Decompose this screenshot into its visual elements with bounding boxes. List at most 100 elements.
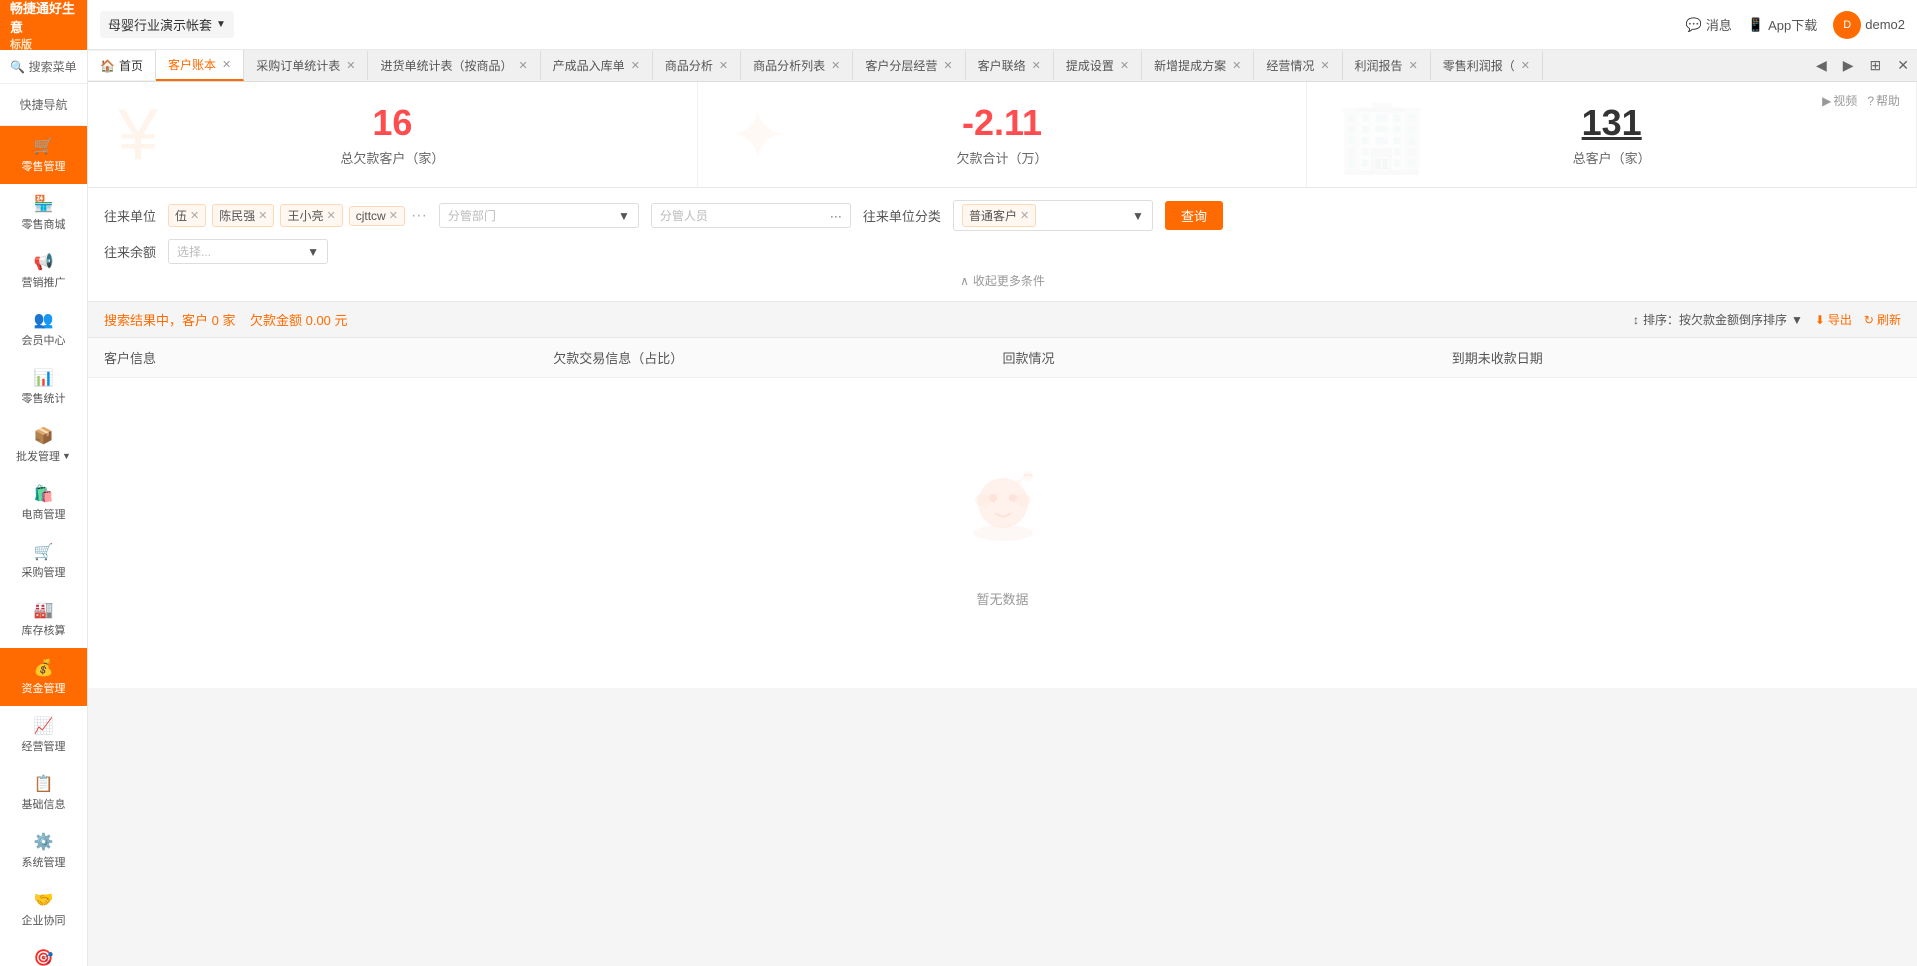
top-bar: 母婴行业演示帐套 ▼ 💬 消息 📱 App下载 D demo2 — [88, 0, 1917, 50]
refresh-icon: ↻ — [1864, 313, 1874, 327]
sort-button[interactable]: ↕ 排序：按欠款金额倒序排序 ▼ — [1633, 311, 1803, 328]
result-bar: 搜索结果中，客户 0 家 欠款金额 0.00 元 ↕ 排序：按欠款金额倒序排序 … — [88, 302, 1917, 338]
refresh-button[interactable]: ↻ 刷新 — [1864, 311, 1901, 328]
filter-tag-cjttcw: cjttcw ✕ — [349, 206, 405, 226]
play-icon: ▶ — [1822, 94, 1831, 108]
manager-select[interactable]: 分管人员 ··· — [651, 203, 851, 228]
user-profile[interactable]: D demo2 — [1833, 11, 1905, 39]
retail-icon: 🛒 — [34, 136, 54, 156]
tab-operations[interactable]: 经营情况 ✕ — [1254, 51, 1342, 80]
unit-category-select[interactable]: 普通客户 ✕ ▼ — [953, 200, 1153, 231]
tab-customer-tier[interactable]: 客户分层经营 ✕ — [853, 51, 965, 80]
stat-value-debt-total: -2.11 — [962, 102, 1042, 144]
app-container: 畅捷通好生意 标版 🔍 搜索菜单 快捷导航 🛒 零售管理 🏪 零售商城 📢 营销 — [0, 0, 1917, 966]
unit-cat-close[interactable]: ✕ — [1020, 209, 1029, 222]
tab-accounts[interactable]: 客户账本 ✕ — [156, 50, 244, 81]
tag-close-wu[interactable]: ✕ — [190, 209, 199, 222]
tab-close-product-list[interactable]: ✕ — [831, 59, 840, 72]
account-selector[interactable]: 母婴行业演示帐套 ▼ — [100, 11, 234, 38]
sidebar-item-purchase-mgmt[interactable]: 🛒 采购管理 — [0, 532, 87, 590]
tab-new-raise[interactable]: 新增提成方案 ✕ — [1142, 51, 1254, 80]
tab-close-accounts[interactable]: ✕ — [222, 58, 231, 71]
tab-close-customer-contact[interactable]: ✕ — [1032, 59, 1041, 72]
sidebar-item-marketing[interactable]: 📢 营销推广 — [0, 242, 87, 300]
tab-profit-report[interactable]: 利润报告 ✕ — [1343, 51, 1431, 80]
unit-category-label: 往来单位分类 — [863, 206, 941, 225]
logo-text: 畅捷通好生意 标版 — [10, 0, 77, 52]
quick-nav-item[interactable]: 快捷导航 — [0, 90, 87, 119]
inventory-icon: 🏭 — [34, 600, 54, 620]
tag-close-cjttcw[interactable]: ✕ — [389, 209, 398, 222]
chevron-down-icon: ▼ — [307, 245, 319, 259]
sidebar-item-inventory-check[interactable]: 🏭 库存核算 — [0, 590, 87, 648]
guide-icon: 🎯 — [34, 948, 54, 966]
search-menu[interactable]: 🔍 搜索菜单 — [0, 50, 87, 84]
tab-close-purchase[interactable]: ✕ — [346, 59, 355, 72]
tag-close-chen[interactable]: ✕ — [258, 209, 267, 222]
tab-retail-profit[interactable]: 零售利润报（ ✕ — [1431, 51, 1543, 80]
tab-close-customer-tier[interactable]: ✕ — [943, 59, 952, 72]
tab-home[interactable]: 🏠 首页 — [88, 51, 156, 80]
balance-select[interactable]: 选择... ▼ — [168, 239, 328, 264]
help-link[interactable]: ? 帮助 — [1867, 92, 1900, 109]
enterprise-coop-icon: 🤝 — [34, 890, 54, 910]
sidebar-item-basic-info[interactable]: 📋 基础信息 — [0, 764, 87, 822]
home-icon: 🏠 — [100, 59, 115, 73]
tab-close-raise[interactable]: ✕ — [1120, 59, 1129, 72]
tab-inbound-stats[interactable]: 进货单统计表（按商品） ✕ — [368, 51, 540, 80]
sidebar-item-operations-mgmt[interactable]: 📈 经营管理 — [0, 706, 87, 764]
unit-category-tag: 普通客户 ✕ — [962, 204, 1036, 227]
empty-icon — [953, 458, 1053, 577]
chevron-up-icon: ∧ — [960, 274, 969, 288]
query-button[interactable]: 查询 — [1165, 201, 1223, 230]
sidebar-item-enterprise-coop[interactable]: 🤝 企业协同 — [0, 880, 87, 938]
filter-more-tags[interactable]: ··· — [411, 207, 427, 225]
purchase-icon: 🛒 — [34, 542, 54, 562]
top-bar-left: 母婴行业演示帐套 ▼ — [100, 11, 234, 38]
stat-label-debt-customers: 总欠款客户（家） — [340, 148, 444, 167]
sidebar-item-ecommerce-mgmt[interactable]: 🛍️ 电商管理 — [0, 474, 87, 532]
sidebar-item-retail-mall[interactable]: 🏪 零售商城 — [0, 184, 87, 242]
department-select[interactable]: 分管部门 ▼ — [439, 203, 639, 228]
tab-close-all-icon[interactable]: ✕ — [1889, 51, 1917, 80]
sidebar-item-retail-stats[interactable]: 📊 零售统计 — [0, 358, 87, 416]
tab-purchase-orders[interactable]: 采购订单统计表 ✕ — [244, 51, 368, 80]
tab-customer-contact[interactable]: 客户联络 ✕ — [966, 51, 1054, 80]
sidebar-item-new-guide[interactable]: 🎯 新手引导 — [0, 938, 87, 966]
stat-card-total-customers: 🏢 131 总客户（家） ▶ 视频 ? 帮助 — [1307, 82, 1917, 187]
tab-cost-inbound[interactable]: 产成品入库单 ✕ — [541, 51, 653, 80]
tab-product-analysis-list[interactable]: 商品分析列表 ✕ — [741, 51, 853, 80]
stat-label-total-customers: 总客户（家） — [1573, 148, 1651, 167]
sort-icon: ↕ — [1633, 313, 1639, 327]
tab-close-retail[interactable]: ✕ — [1521, 59, 1530, 72]
sidebar-item-wholesale-mgmt[interactable]: 📦 批发管理▼ — [0, 416, 87, 474]
message-button[interactable]: 💬 消息 — [1686, 15, 1732, 34]
sidebar-item-retail-mgmt[interactable]: 🛒 零售管理 — [0, 126, 87, 184]
system-icon: ⚙️ — [34, 832, 54, 852]
download-button[interactable]: 📱 App下载 — [1748, 15, 1817, 34]
tab-close-ops[interactable]: ✕ — [1320, 59, 1329, 72]
export-button[interactable]: ⬇ 导出 — [1815, 311, 1852, 328]
tab-close-inbound[interactable]: ✕ — [518, 59, 527, 72]
tab-menu-icon[interactable]: ⊞ — [1862, 51, 1890, 80]
table-container: 客户信息 欠款交易信息（占比） 回款情况 到期未收款日期 — [88, 338, 1917, 688]
tab-close-product[interactable]: ✕ — [719, 59, 728, 72]
tab-next-arrow[interactable]: ▶ — [1835, 51, 1862, 80]
tab-product-analysis[interactable]: 商品分析 ✕ — [653, 51, 741, 80]
tab-raise-settings[interactable]: 提成设置 ✕ — [1054, 51, 1142, 80]
wholesale-icon: 📦 — [34, 426, 54, 446]
sidebar-item-capital-mgmt[interactable]: 💰 资金管理 — [0, 648, 87, 706]
basic-info-icon: 📋 — [34, 774, 54, 794]
stat-card-debt-customers: ¥ 16 总欠款客户（家） — [88, 82, 698, 187]
chevron-down-icon: ▼ — [1132, 209, 1144, 223]
tab-close-new-raise[interactable]: ✕ — [1232, 59, 1241, 72]
tab-close-profit[interactable]: ✕ — [1409, 59, 1418, 72]
sidebar-item-system-mgmt[interactable]: ⚙️ 系统管理 — [0, 822, 87, 880]
sidebar-item-member-center[interactable]: 👥 会员中心 — [0, 300, 87, 358]
tab-prev-arrow[interactable]: ◀ — [1808, 51, 1835, 80]
tab-close-cost[interactable]: ✕ — [631, 59, 640, 72]
tag-close-wang[interactable]: ✕ — [327, 209, 336, 222]
collapse-button[interactable]: ∧ 收起更多条件 — [960, 272, 1045, 289]
stat-bg-icon-1: ¥ — [118, 94, 158, 176]
video-link[interactable]: ▶ 视频 — [1822, 92, 1857, 109]
